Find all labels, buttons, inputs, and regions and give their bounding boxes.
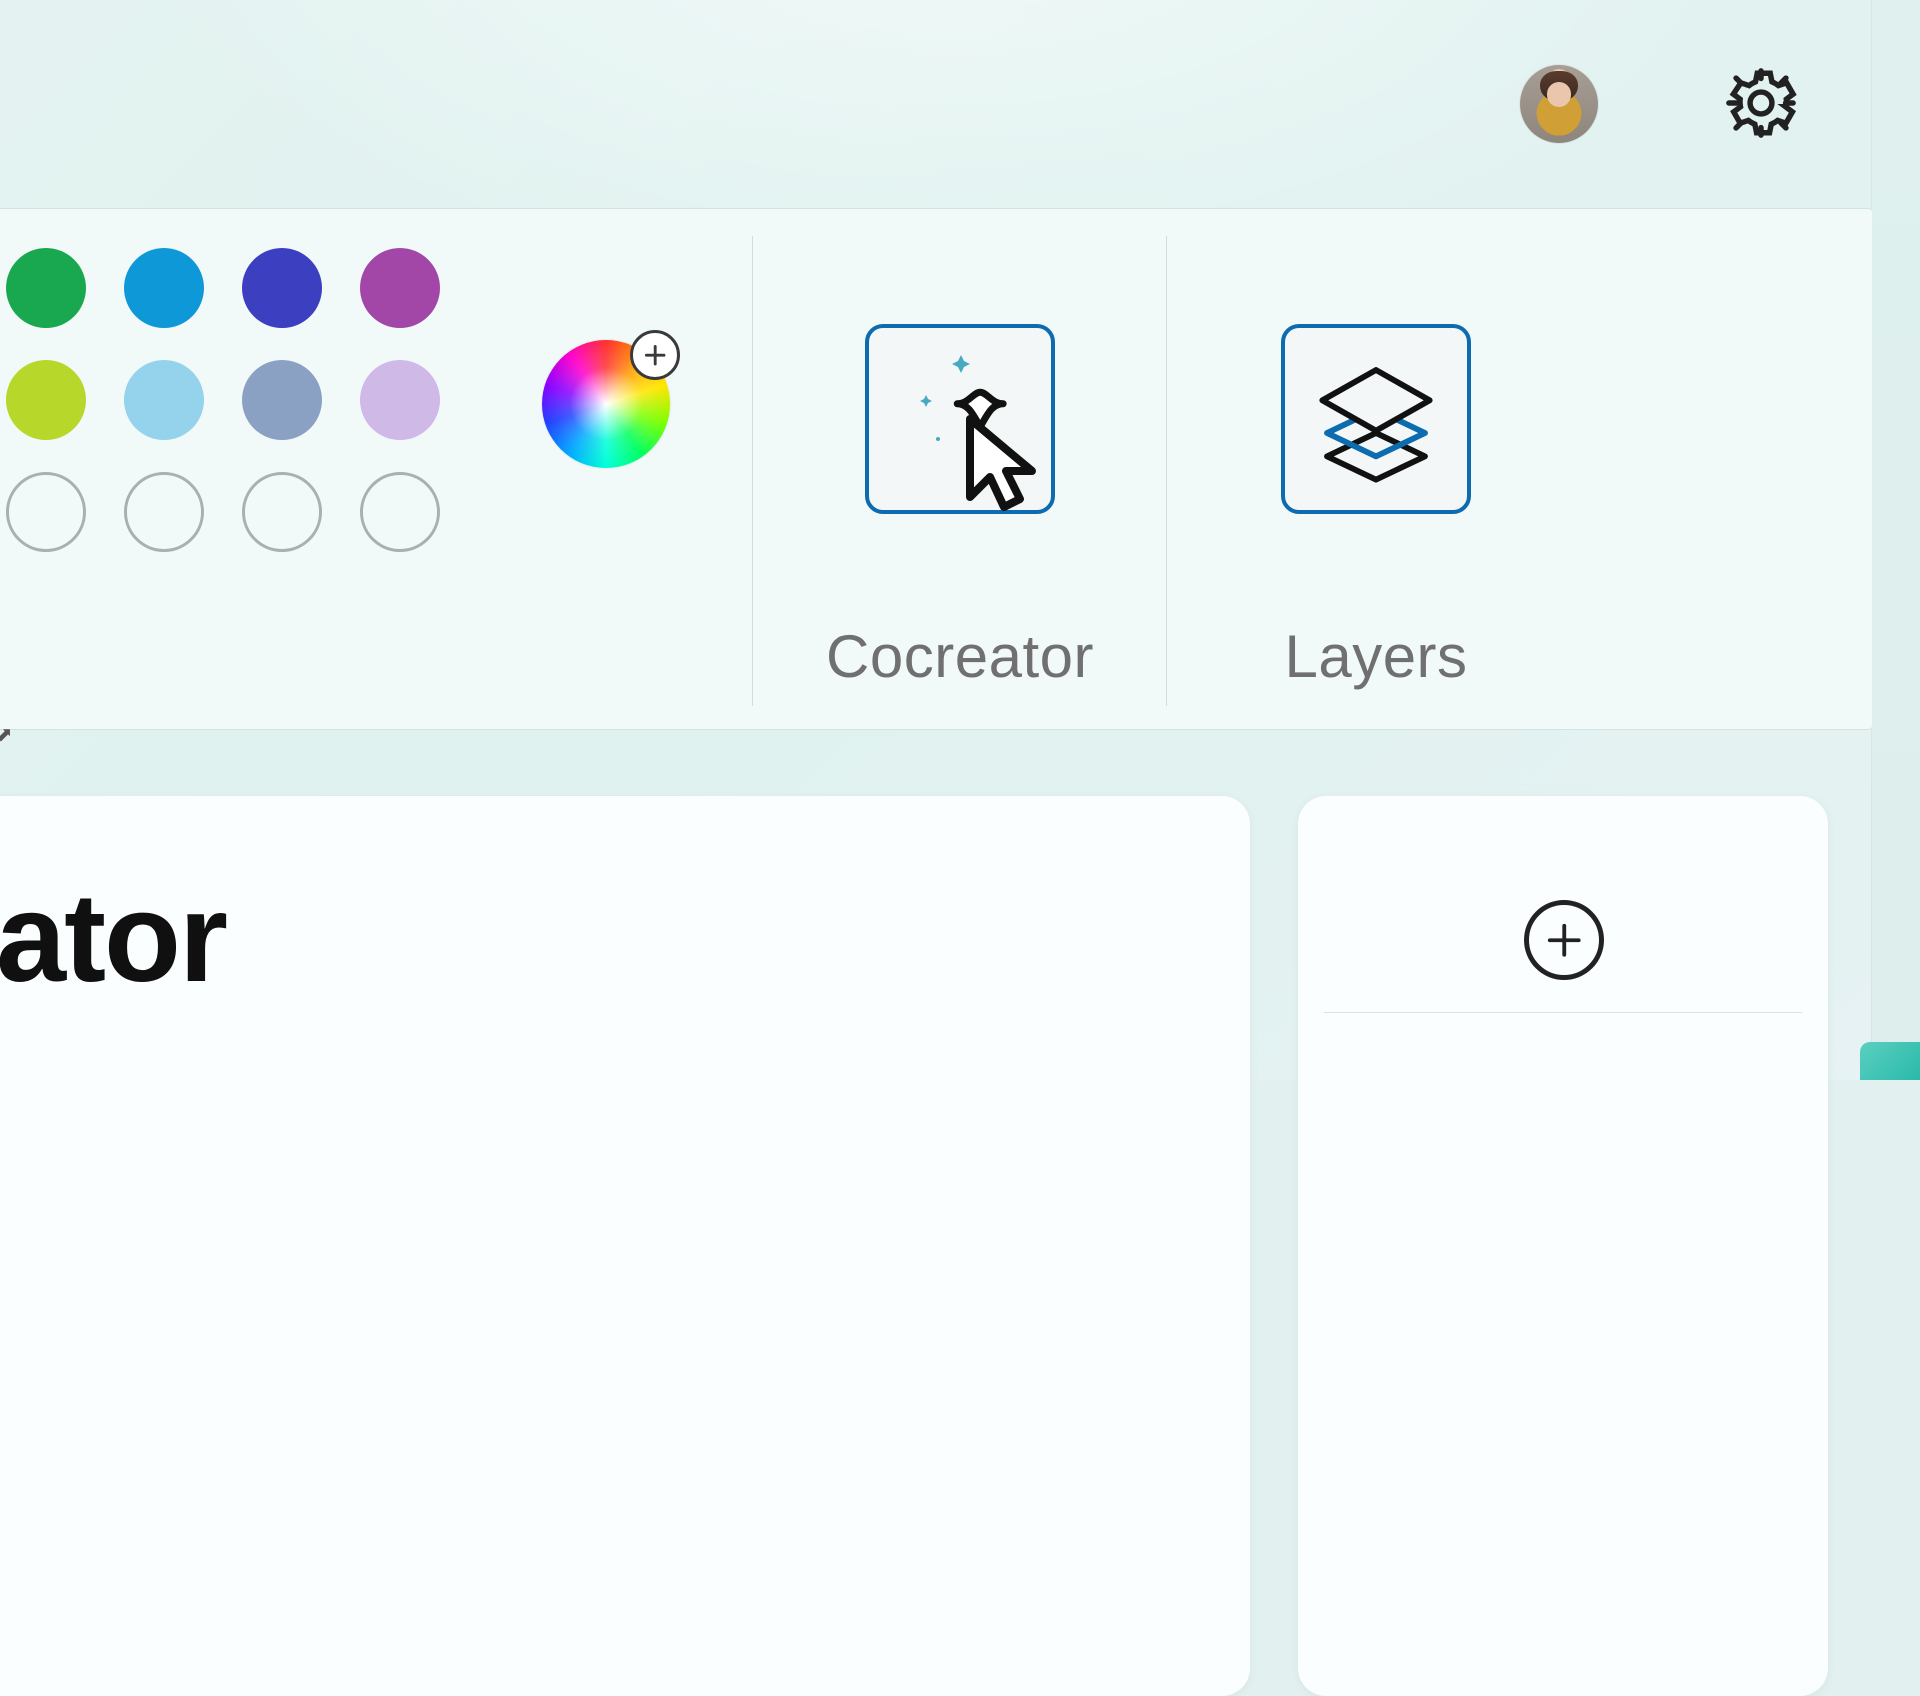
palette-row — [6, 472, 486, 552]
system-cursor-icon: ⬉ — [0, 722, 13, 747]
color-swatch-indigo[interactable] — [242, 248, 322, 328]
color-swatch-green[interactable] — [6, 248, 86, 328]
panel-title-fragment: ator — [0, 865, 226, 1010]
cocreator-cursor-sparkle-icon — [860, 319, 1060, 519]
add-custom-color-button[interactable] — [542, 340, 670, 468]
layers-button[interactable] — [1281, 324, 1471, 514]
color-swatch-lime[interactable] — [6, 360, 86, 440]
color-palette — [6, 248, 486, 584]
gear-icon — [1720, 62, 1802, 144]
color-swatch-lavender[interactable] — [360, 360, 440, 440]
ribbon-separator — [1166, 236, 1167, 706]
layers-group: Layers — [1186, 324, 1566, 691]
layers-icon — [1306, 349, 1446, 489]
user-avatar[interactable] — [1520, 65, 1598, 143]
ribbon-separator — [752, 236, 753, 706]
palette-row — [6, 248, 486, 328]
color-swatch-empty[interactable] — [124, 472, 204, 552]
plus-badge-icon — [630, 330, 680, 380]
add-button[interactable] — [1524, 900, 1604, 980]
color-swatch-purple[interactable] — [360, 248, 440, 328]
color-swatch-empty[interactable] — [242, 472, 322, 552]
color-swatch-steel-blue[interactable] — [242, 360, 322, 440]
right-panel-divider — [1324, 1012, 1802, 1013]
window-right-edge — [1871, 0, 1920, 1080]
cocreator-button[interactable] — [865, 324, 1055, 514]
palette-row — [6, 360, 486, 440]
title-bar — [0, 0, 1860, 198]
color-swatch-empty[interactable] — [360, 472, 440, 552]
layers-label: Layers — [1186, 622, 1566, 691]
settings-button[interactable] — [1720, 62, 1802, 144]
color-swatch-empty[interactable] — [6, 472, 86, 552]
color-swatch-light-blue[interactable] — [124, 360, 204, 440]
plus-icon — [1545, 921, 1584, 960]
cocreator-label: Cocreator — [770, 622, 1150, 691]
color-swatch-blue[interactable] — [124, 248, 204, 328]
cocreator-group: Cocreator — [770, 324, 1150, 691]
window-corner-accent — [1860, 1042, 1920, 1080]
